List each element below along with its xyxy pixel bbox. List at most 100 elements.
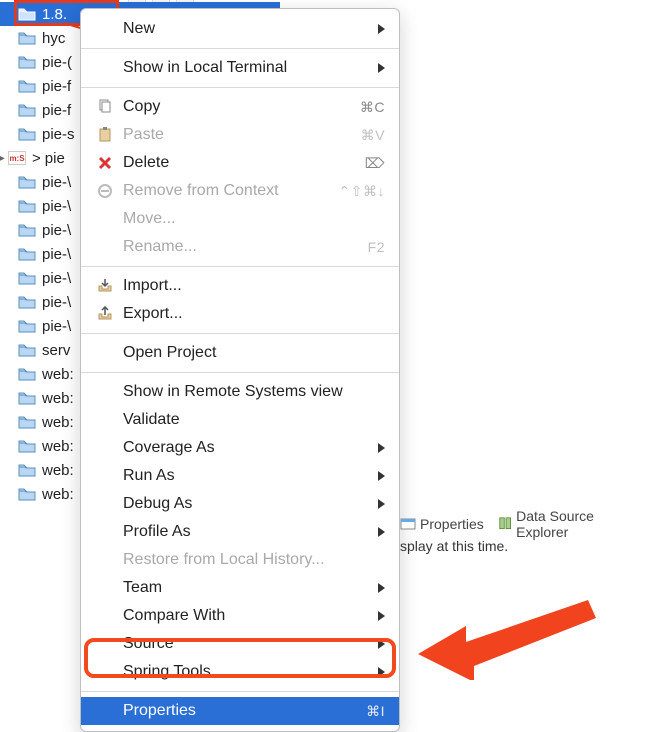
blank-icon: [95, 210, 115, 228]
tab-properties[interactable]: Properties: [400, 516, 484, 532]
tab-label: Data Source Explorer: [516, 508, 636, 540]
blank-icon: [95, 383, 115, 401]
submenu-arrow-icon: [378, 639, 385, 649]
menu-item-label: Delete: [123, 154, 365, 172]
tree-item-label: pie-\: [42, 222, 71, 239]
tree-item-label: hyc: [42, 30, 65, 47]
menu-item-rename: Rename...F2: [81, 233, 399, 261]
menu-item-properties[interactable]: Properties⌘I: [81, 697, 399, 725]
folder-icon: [18, 7, 36, 21]
menu-separator: [81, 372, 399, 373]
menu-item-profile-as[interactable]: Profile As: [81, 518, 399, 546]
menu-item-label: Coverage As: [123, 439, 372, 457]
menu-item-label: Source: [123, 635, 372, 653]
menu-item-label: Profile As: [123, 523, 372, 541]
tree-item-label: pie-\: [42, 174, 71, 191]
tab-data-source-explorer[interactable]: Data Source Explorer: [498, 508, 636, 540]
tree-item-label: serv: [42, 342, 70, 359]
menu-item-paste: Paste⌘V: [81, 121, 399, 149]
menu-item-spring-tools[interactable]: Spring Tools: [81, 658, 399, 686]
menu-item-label: Copy: [123, 98, 360, 116]
menu-item-label: Team: [123, 579, 372, 597]
blank-icon: [95, 344, 115, 362]
blank-icon: [95, 607, 115, 625]
submenu-arrow-icon: [378, 443, 385, 453]
menu-item-restore-from-local-history: Restore from Local History...: [81, 546, 399, 574]
menu-item-shortcut: ⌘V: [361, 127, 385, 144]
folder-icon: [18, 223, 36, 237]
bottom-view-tabs[interactable]: Properties Data Source Explorer: [400, 508, 650, 540]
menu-item-coverage-as[interactable]: Coverage As: [81, 434, 399, 462]
bottom-status-text: splay at this time.: [400, 538, 508, 554]
menu-item-compare-with[interactable]: Compare With: [81, 602, 399, 630]
tree-item-label: pie-\: [42, 318, 71, 335]
folder-icon: [18, 367, 36, 381]
tree-item-label: web:: [42, 462, 74, 479]
submenu-arrow-icon: [378, 527, 385, 537]
tree-item-label: pie-\: [42, 270, 71, 287]
menu-item-label: New: [123, 20, 372, 38]
folder-icon: [18, 391, 36, 405]
submenu-arrow-icon: [378, 499, 385, 509]
menu-item-show-in-local-terminal[interactable]: Show in Local Terminal: [81, 54, 399, 82]
tree-item-label: web:: [42, 414, 74, 431]
blank-icon: [95, 238, 115, 256]
blank-icon: [95, 702, 115, 720]
menu-item-run-as[interactable]: Run As: [81, 462, 399, 490]
submenu-arrow-icon: [378, 583, 385, 593]
menu-item-import[interactable]: Import...: [81, 272, 399, 300]
menu-item-label: Run As: [123, 467, 372, 485]
menu-item-team[interactable]: Team: [81, 574, 399, 602]
expand-arrow-icon[interactable]: ▶: [0, 153, 6, 164]
tree-item-label: web:: [42, 366, 74, 383]
menu-item-label: Validate: [123, 411, 385, 429]
tree-item-label: pie-\: [42, 198, 71, 215]
menu-separator: [81, 691, 399, 692]
menu-item-label: Debug As: [123, 495, 372, 513]
folder-icon: [18, 319, 36, 333]
menu-item-delete[interactable]: Delete⌦: [81, 149, 399, 177]
menu-item-show-in-remote-systems-view[interactable]: Show in Remote Systems view: [81, 378, 399, 406]
folder-icon: [18, 127, 36, 141]
dirty-marker: >: [32, 150, 41, 167]
menu-item-label: Rename...: [123, 238, 368, 256]
folder-icon: [18, 103, 36, 117]
blank-icon: [95, 467, 115, 485]
menu-item-export[interactable]: Export...: [81, 300, 399, 328]
blank-icon: [95, 411, 115, 429]
menu-item-debug-as[interactable]: Debug As: [81, 490, 399, 518]
export-icon: [95, 305, 115, 323]
menu-item-source[interactable]: Source: [81, 630, 399, 658]
menu-item-copy[interactable]: Copy⌘C: [81, 93, 399, 121]
folder-icon: [18, 175, 36, 189]
blank-icon: [95, 523, 115, 541]
remove-icon: [95, 182, 115, 200]
copy-icon: [95, 98, 115, 116]
delete-icon: [95, 154, 115, 172]
menu-item-label: Paste: [123, 126, 361, 144]
tree-item-label: pie: [45, 150, 65, 167]
folder-icon: [18, 415, 36, 429]
blank-icon: [95, 439, 115, 457]
menu-item-shortcut: ⌘I: [366, 703, 385, 720]
menu-item-new[interactable]: New: [81, 15, 399, 43]
menu-item-label: Show in Local Terminal: [123, 59, 372, 77]
submenu-arrow-icon: [378, 667, 385, 677]
submenu-arrow-icon: [378, 611, 385, 621]
tree-item-label: pie-f: [42, 102, 71, 119]
maven-icon: m:S: [8, 151, 26, 165]
folder-icon: [18, 199, 36, 213]
menu-item-validate[interactable]: Validate: [81, 406, 399, 434]
tree-item-label: 1.8.: [42, 6, 67, 23]
menu-item-open-project[interactable]: Open Project: [81, 339, 399, 367]
menu-separator: [81, 87, 399, 88]
menu-item-remove-from-context: Remove from Context⌃⇧⌘↓: [81, 177, 399, 205]
folder-icon: [18, 55, 36, 69]
menu-item-label: Remove from Context: [123, 182, 339, 200]
submenu-arrow-icon: [378, 24, 385, 34]
blank-icon: [95, 59, 115, 77]
menu-item-label: Restore from Local History...: [123, 551, 385, 569]
menu-item-move: Move...: [81, 205, 399, 233]
tab-label: Properties: [420, 516, 484, 532]
menu-item-label: Open Project: [123, 344, 385, 362]
